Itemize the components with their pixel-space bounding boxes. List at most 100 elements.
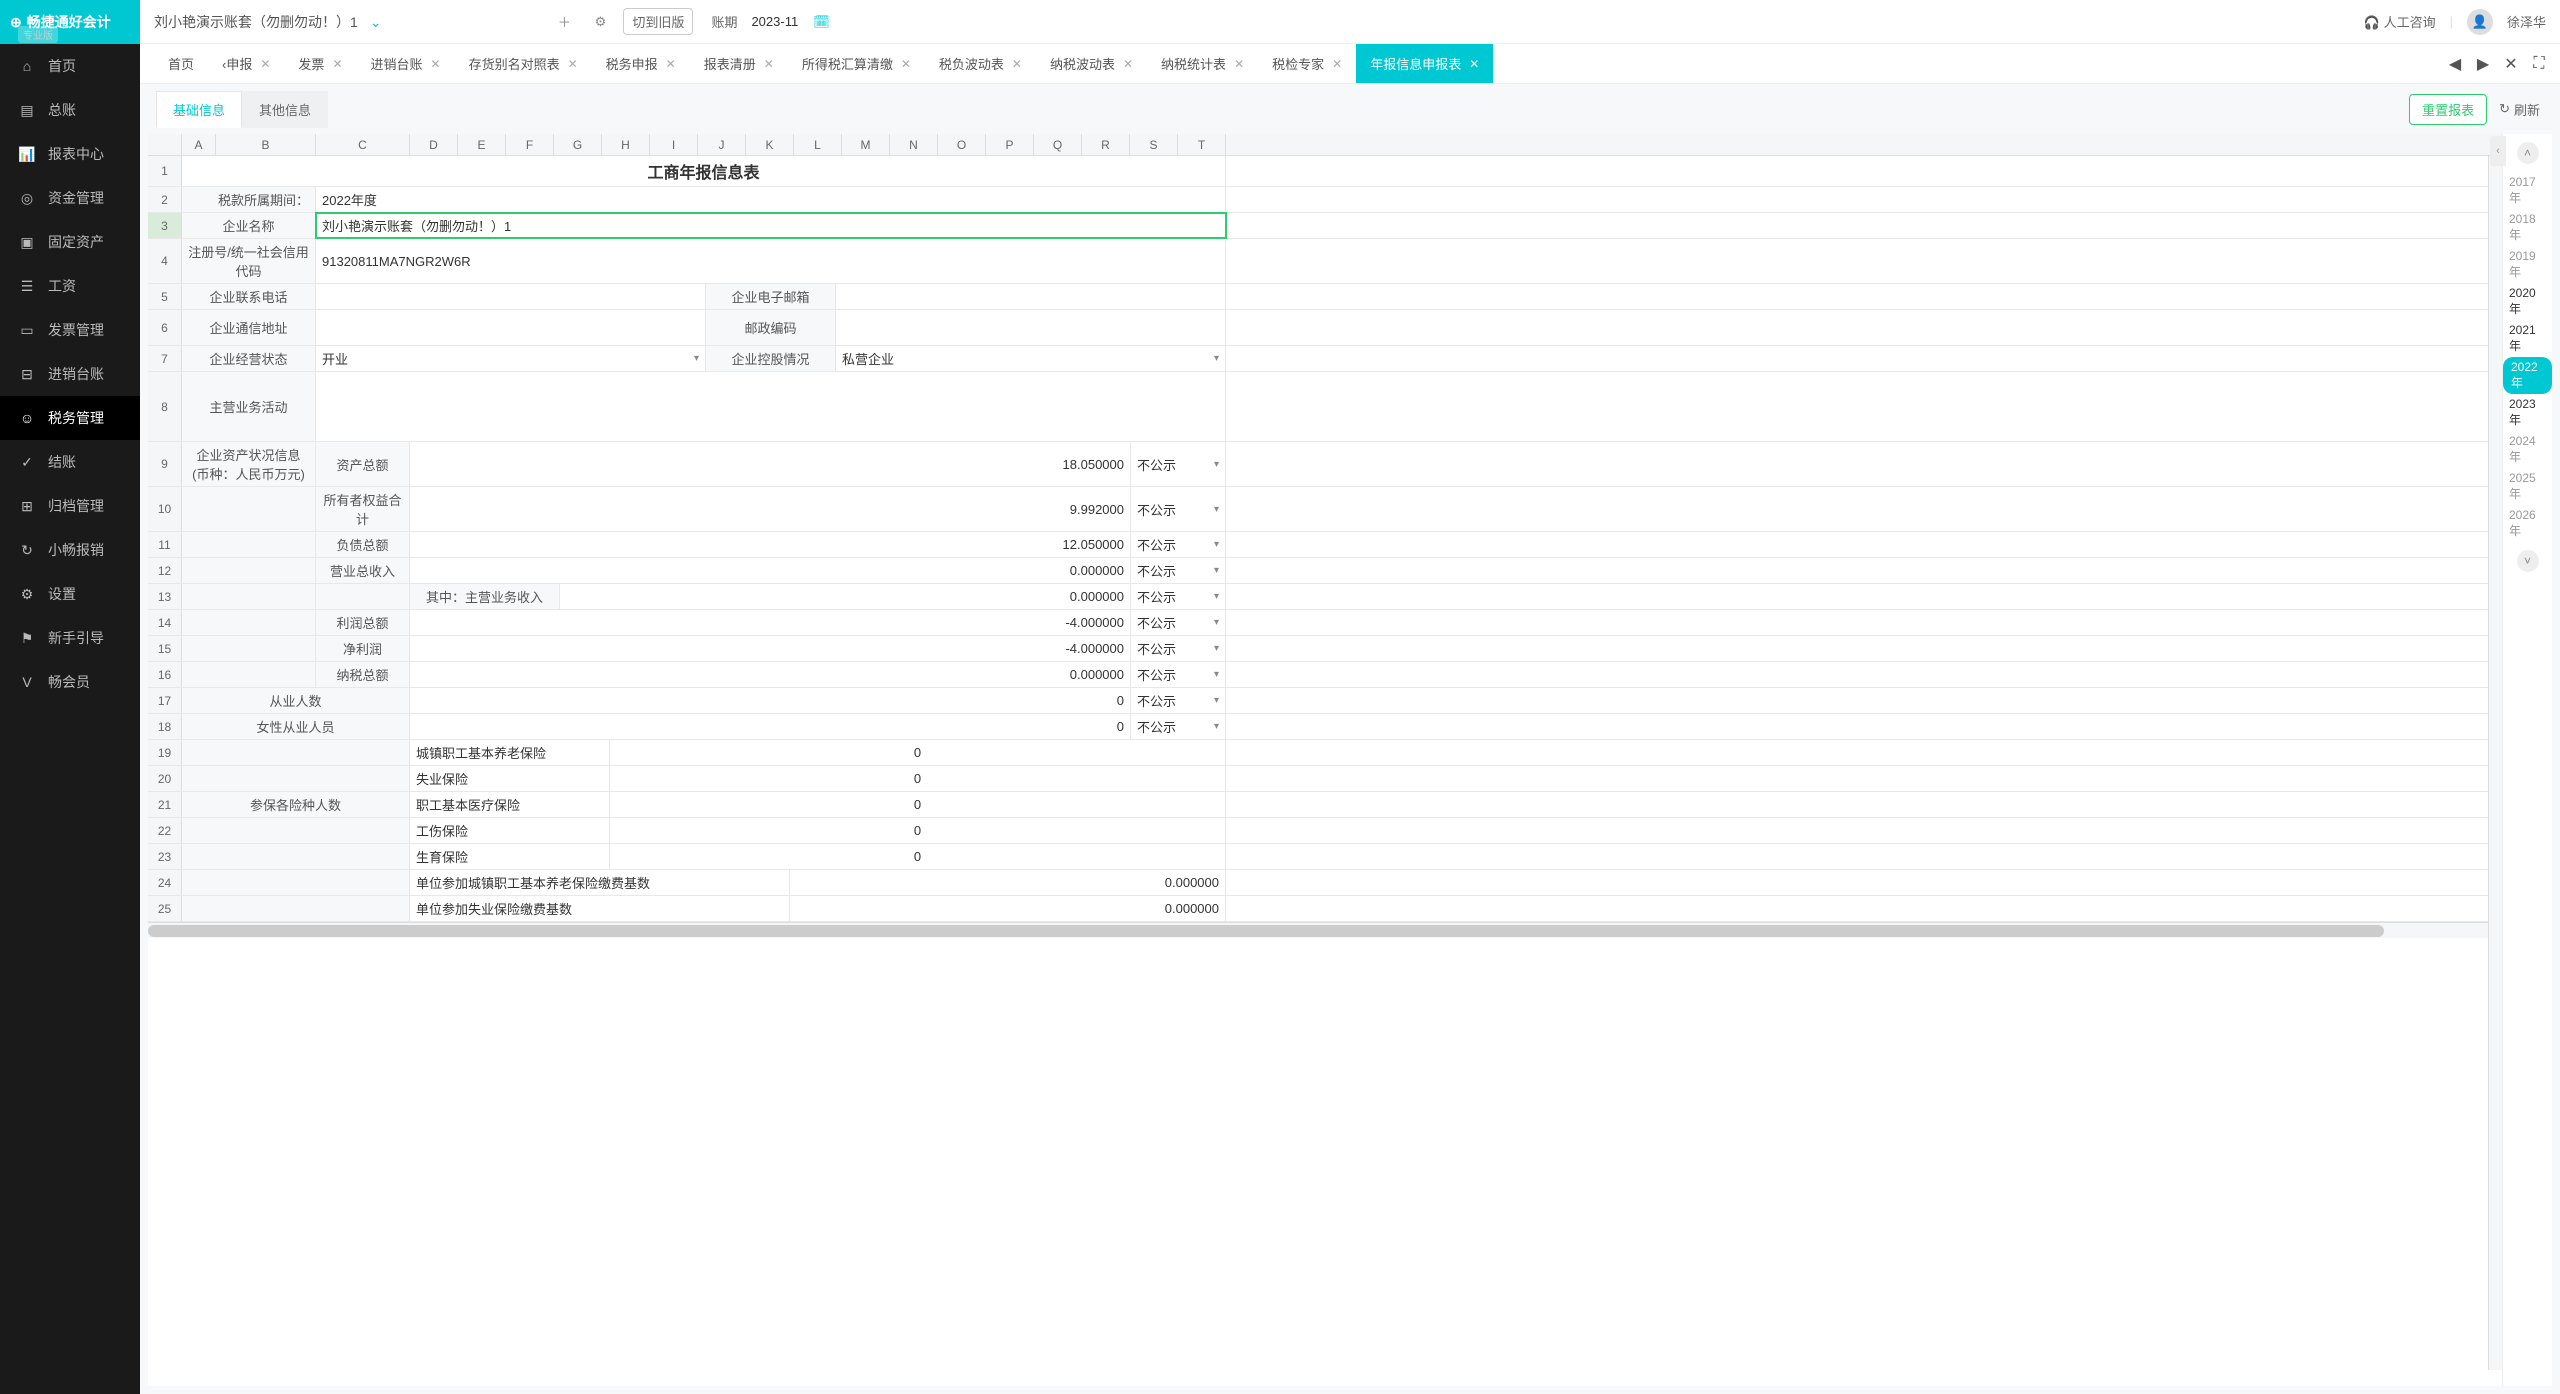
publish-select[interactable]: 不公示: [1131, 558, 1226, 583]
close-icon[interactable]: ✕: [332, 57, 342, 71]
publish-select[interactable]: 不公示: [1131, 688, 1226, 713]
year-down-button[interactable]: ˅: [2517, 550, 2539, 572]
nav-home[interactable]: ⌂首页: [0, 44, 140, 88]
close-icon[interactable]: ✕: [568, 57, 578, 71]
row-number[interactable]: 13: [148, 584, 182, 609]
ins-value[interactable]: 0: [610, 844, 1226, 869]
col-header[interactable]: A: [182, 134, 216, 155]
publish-select[interactable]: 不公示: [1131, 487, 1226, 531]
row-number[interactable]: 19: [148, 740, 182, 765]
fin-value[interactable]: -4.000000: [410, 636, 1131, 661]
tab[interactable]: 报表清册✕: [690, 44, 788, 83]
add-button[interactable]: ＋: [551, 9, 577, 35]
row-number[interactable]: 18: [148, 714, 182, 739]
tab-close-button[interactable]: ✕: [2498, 51, 2524, 77]
emp-value[interactable]: 0: [410, 688, 1131, 713]
company-name-cell[interactable]: 刘小艳演示账套（勿删勿动！）1: [316, 213, 1226, 238]
col-header[interactable]: J: [698, 134, 746, 155]
tab[interactable]: ‹申报✕: [208, 44, 284, 83]
tab-next-button[interactable]: ▶: [2470, 51, 2496, 77]
close-icon[interactable]: ✕: [666, 57, 676, 71]
fin-value[interactable]: 18.050000: [410, 442, 1131, 486]
row-number[interactable]: 10: [148, 487, 182, 531]
col-header[interactable]: N: [890, 134, 938, 155]
tab-prev-button[interactable]: ◀: [2442, 51, 2468, 77]
col-header[interactable]: I: [650, 134, 698, 155]
user-name[interactable]: 徐泽华: [2507, 12, 2546, 31]
phone-value[interactable]: [316, 284, 706, 309]
close-icon[interactable]: ✕: [431, 57, 441, 71]
close-icon[interactable]: ✕: [1332, 57, 1342, 71]
refresh-button[interactable]: ↻ 刷新: [2499, 100, 2540, 119]
horizontal-scrollbar[interactable]: [148, 922, 2502, 938]
close-icon[interactable]: ✕: [1012, 57, 1022, 71]
nav-vip[interactable]: V畅会员: [0, 660, 140, 704]
base-value[interactable]: 0.000000: [790, 870, 1226, 895]
nav-settings[interactable]: ⚙设置: [0, 572, 140, 616]
row-number[interactable]: 4: [148, 239, 182, 283]
row-number[interactable]: 14: [148, 610, 182, 635]
ins-value[interactable]: 0: [610, 740, 1226, 765]
publish-select[interactable]: 不公示: [1131, 636, 1226, 661]
row-number[interactable]: 6: [148, 310, 182, 345]
close-icon[interactable]: ✕: [1123, 57, 1133, 71]
fin-value[interactable]: 9.992000: [410, 487, 1131, 531]
fin-value[interactable]: 0.000000: [410, 558, 1131, 583]
year-option[interactable]: 2019年: [2503, 246, 2552, 283]
close-icon[interactable]: ✕: [764, 57, 774, 71]
settings-button[interactable]: ⚙: [587, 9, 613, 35]
subtab-other[interactable]: 其他信息: [242, 91, 328, 128]
col-header[interactable]: K: [746, 134, 794, 155]
row-number[interactable]: 25: [148, 896, 182, 921]
nav-funds[interactable]: ◎资金管理: [0, 176, 140, 220]
row-number[interactable]: 23: [148, 844, 182, 869]
col-header[interactable]: S: [1130, 134, 1178, 155]
switch-old-version-button[interactable]: 切到旧版: [623, 8, 693, 35]
year-up-button[interactable]: ˄: [2517, 142, 2539, 164]
fin-value[interactable]: -4.000000: [410, 610, 1131, 635]
col-header[interactable]: G: [554, 134, 602, 155]
nav-salary[interactable]: ☰工资: [0, 264, 140, 308]
nav-ledger[interactable]: ▤总账: [0, 88, 140, 132]
nav-guide[interactable]: ⚑新手引导: [0, 616, 140, 660]
nav-assets[interactable]: ▣固定资产: [0, 220, 140, 264]
row-number[interactable]: 11: [148, 532, 182, 557]
year-option[interactable]: 2023年: [2503, 394, 2552, 431]
row-number[interactable]: 21: [148, 792, 182, 817]
col-header[interactable]: C: [316, 134, 410, 155]
tab[interactable]: 进销台账✕: [357, 44, 455, 83]
tab[interactable]: 税务申报✕: [592, 44, 690, 83]
spreadsheet[interactable]: ABCDEFGHIJKLMNOPQRST 1工商年报信息表2税款所属期间：202…: [148, 134, 2502, 1386]
tab[interactable]: 税检专家✕: [1258, 44, 1356, 83]
mainbiz-value[interactable]: [316, 372, 1226, 441]
reg-value[interactable]: 91320811MA7NGR2W6R: [316, 239, 1226, 283]
col-header[interactable]: H: [602, 134, 650, 155]
year-option[interactable]: 2021年: [2503, 320, 2552, 357]
row-number[interactable]: 22: [148, 818, 182, 843]
row-number[interactable]: 5: [148, 284, 182, 309]
row-number[interactable]: 2: [148, 187, 182, 212]
publish-select[interactable]: 不公示: [1131, 442, 1226, 486]
row-number[interactable]: 16: [148, 662, 182, 687]
row-number[interactable]: 15: [148, 636, 182, 661]
col-header[interactable]: D: [410, 134, 458, 155]
fullscreen-button[interactable]: ⛶: [2526, 51, 2552, 77]
row-number[interactable]: 1: [148, 156, 182, 186]
col-header[interactable]: R: [1082, 134, 1130, 155]
row-number[interactable]: 20: [148, 766, 182, 791]
tab[interactable]: 年报信息申报表✕: [1356, 44, 1493, 83]
publish-select[interactable]: 不公示: [1131, 532, 1226, 557]
col-header[interactable]: E: [458, 134, 506, 155]
year-option[interactable]: 2025年: [2503, 468, 2552, 505]
nav-xcbx[interactable]: ↻小畅报销: [0, 528, 140, 572]
status-select[interactable]: 开业: [316, 346, 706, 371]
row-number[interactable]: 12: [148, 558, 182, 583]
period-value[interactable]: 2023-11: [751, 14, 798, 29]
publish-select[interactable]: 不公示: [1131, 584, 1226, 609]
avatar[interactable]: 👤: [2467, 9, 2493, 35]
nav-pst[interactable]: ⊟进销台账: [0, 352, 140, 396]
year-option[interactable]: 2024年: [2503, 431, 2552, 468]
row-number[interactable]: 9: [148, 442, 182, 486]
close-icon[interactable]: ✕: [1234, 57, 1244, 71]
year-option[interactable]: 2020年: [2503, 283, 2552, 320]
